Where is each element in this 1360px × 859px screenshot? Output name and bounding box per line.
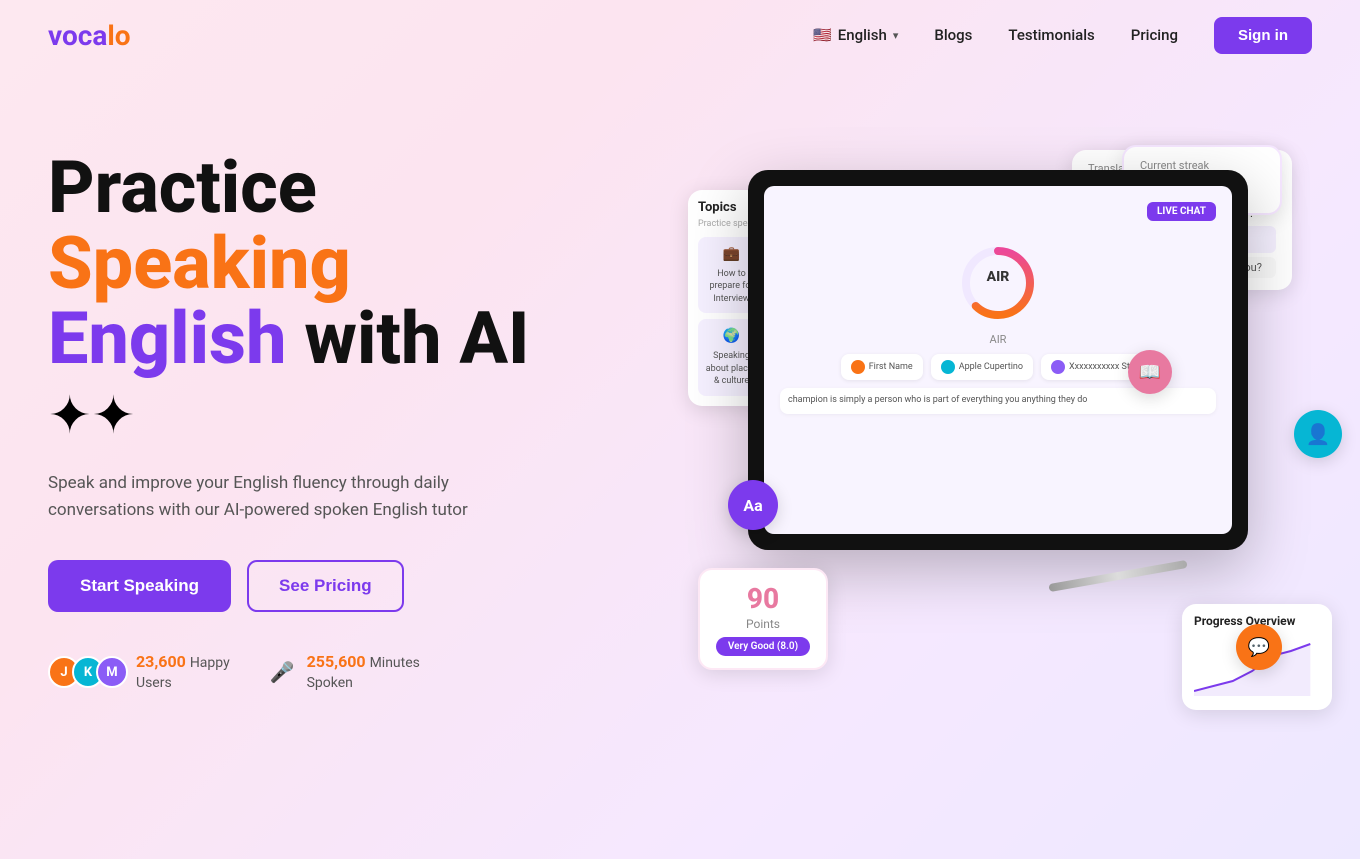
minutes-stat: 🎤 255,600 MinutesSpoken bbox=[270, 652, 420, 692]
logo-start: voca bbox=[48, 19, 107, 52]
chat-float-button[interactable]: 💬 bbox=[1236, 624, 1282, 670]
chevron-down-icon: ▾ bbox=[893, 29, 899, 42]
start-speaking-button[interactable]: Start Speaking bbox=[48, 560, 231, 612]
nav-links: 🇺🇸 English ▾ Blogs Testimonials Pricing … bbox=[813, 17, 1312, 54]
hero-description: Speak and improve your English fluency t… bbox=[48, 470, 528, 524]
svg-text:AIR: AIR bbox=[987, 269, 1010, 285]
testimonials-link[interactable]: Testimonials bbox=[1008, 26, 1094, 44]
reading-float-button[interactable]: 📖 bbox=[1128, 350, 1172, 394]
logo[interactable]: vocalo bbox=[48, 19, 131, 52]
aa-icon: Aa bbox=[743, 496, 762, 515]
logo-end: lo bbox=[107, 19, 130, 52]
hero-title: Practice Speaking English with AI bbox=[48, 150, 648, 377]
hero-section: Practice Speaking English with AI ✦✦ Spe… bbox=[0, 70, 1360, 770]
hero-content: Practice Speaking English with AI ✦✦ Spe… bbox=[48, 130, 648, 693]
signin-button[interactable]: Sign in bbox=[1214, 17, 1312, 54]
user-float-icon: 👤 bbox=[1306, 422, 1331, 446]
avatar: M bbox=[96, 656, 128, 688]
language-selector[interactable]: 🇺🇸 English ▾ bbox=[813, 26, 898, 44]
tablet-score: AIR bbox=[780, 333, 1216, 346]
stylus-pen bbox=[1048, 560, 1187, 592]
title-practice: Practice bbox=[48, 145, 317, 230]
mic-icon: 🎤 bbox=[270, 660, 295, 684]
minutes-count: 255,600 bbox=[307, 652, 366, 671]
tablet-device: LIVE CHAT AIR bbox=[748, 170, 1248, 550]
minutes-stat-text: 255,600 MinutesSpoken bbox=[307, 652, 420, 692]
users-stat: J K M 23,600 HappyUsers bbox=[48, 652, 230, 692]
user-float-button[interactable]: 👤 bbox=[1294, 410, 1342, 458]
points-card: 90 Points Very Good (8.0) bbox=[698, 568, 828, 670]
tablet-user-item: Apple Cupertino bbox=[931, 354, 1033, 380]
title-english: English bbox=[48, 296, 286, 381]
points-badge: Very Good (8.0) bbox=[716, 637, 810, 656]
user-name: First Name bbox=[869, 362, 913, 372]
user-name: Apple Cupertino bbox=[959, 362, 1023, 372]
hero-stats: J K M 23,600 HappyUsers 🎤 255,600 Minute… bbox=[48, 652, 648, 692]
book-float-icon: 📖 bbox=[1139, 362, 1161, 383]
title-speaking: Speaking bbox=[48, 221, 351, 306]
chat-float-icon: 💬 bbox=[1248, 637, 1270, 658]
users-count: 23,600 bbox=[136, 652, 186, 671]
pricing-link[interactable]: Pricing bbox=[1131, 26, 1178, 44]
title-with-ai: with AI bbox=[286, 296, 529, 381]
points-number: 90 bbox=[716, 582, 810, 615]
tablet-user-item: First Name bbox=[841, 354, 923, 380]
points-label: Points bbox=[716, 617, 810, 631]
hero-illustration: Topics Practice specific per day for you… bbox=[688, 130, 1312, 730]
avatar-group: J K M bbox=[48, 656, 128, 688]
progress-ring: AIR bbox=[958, 243, 1038, 323]
see-pricing-button[interactable]: See Pricing bbox=[247, 560, 404, 612]
lang-flag: 🇺🇸 bbox=[813, 26, 832, 44]
navbar: vocalo 🇺🇸 English ▾ Blogs Testimonials P… bbox=[0, 0, 1360, 70]
lang-label: English bbox=[838, 26, 887, 44]
users-stat-text: 23,600 HappyUsers bbox=[136, 652, 230, 692]
hero-buttons: Start Speaking See Pricing bbox=[48, 560, 648, 612]
live-chat-button[interactable]: LIVE CHAT bbox=[1147, 202, 1216, 221]
tablet-header-row: LIVE CHAT bbox=[780, 202, 1216, 221]
sparkle-icon: ✦✦ bbox=[48, 385, 648, 446]
blogs-link[interactable]: Blogs bbox=[934, 26, 972, 44]
grammar-float-button[interactable]: Aa bbox=[728, 480, 778, 530]
